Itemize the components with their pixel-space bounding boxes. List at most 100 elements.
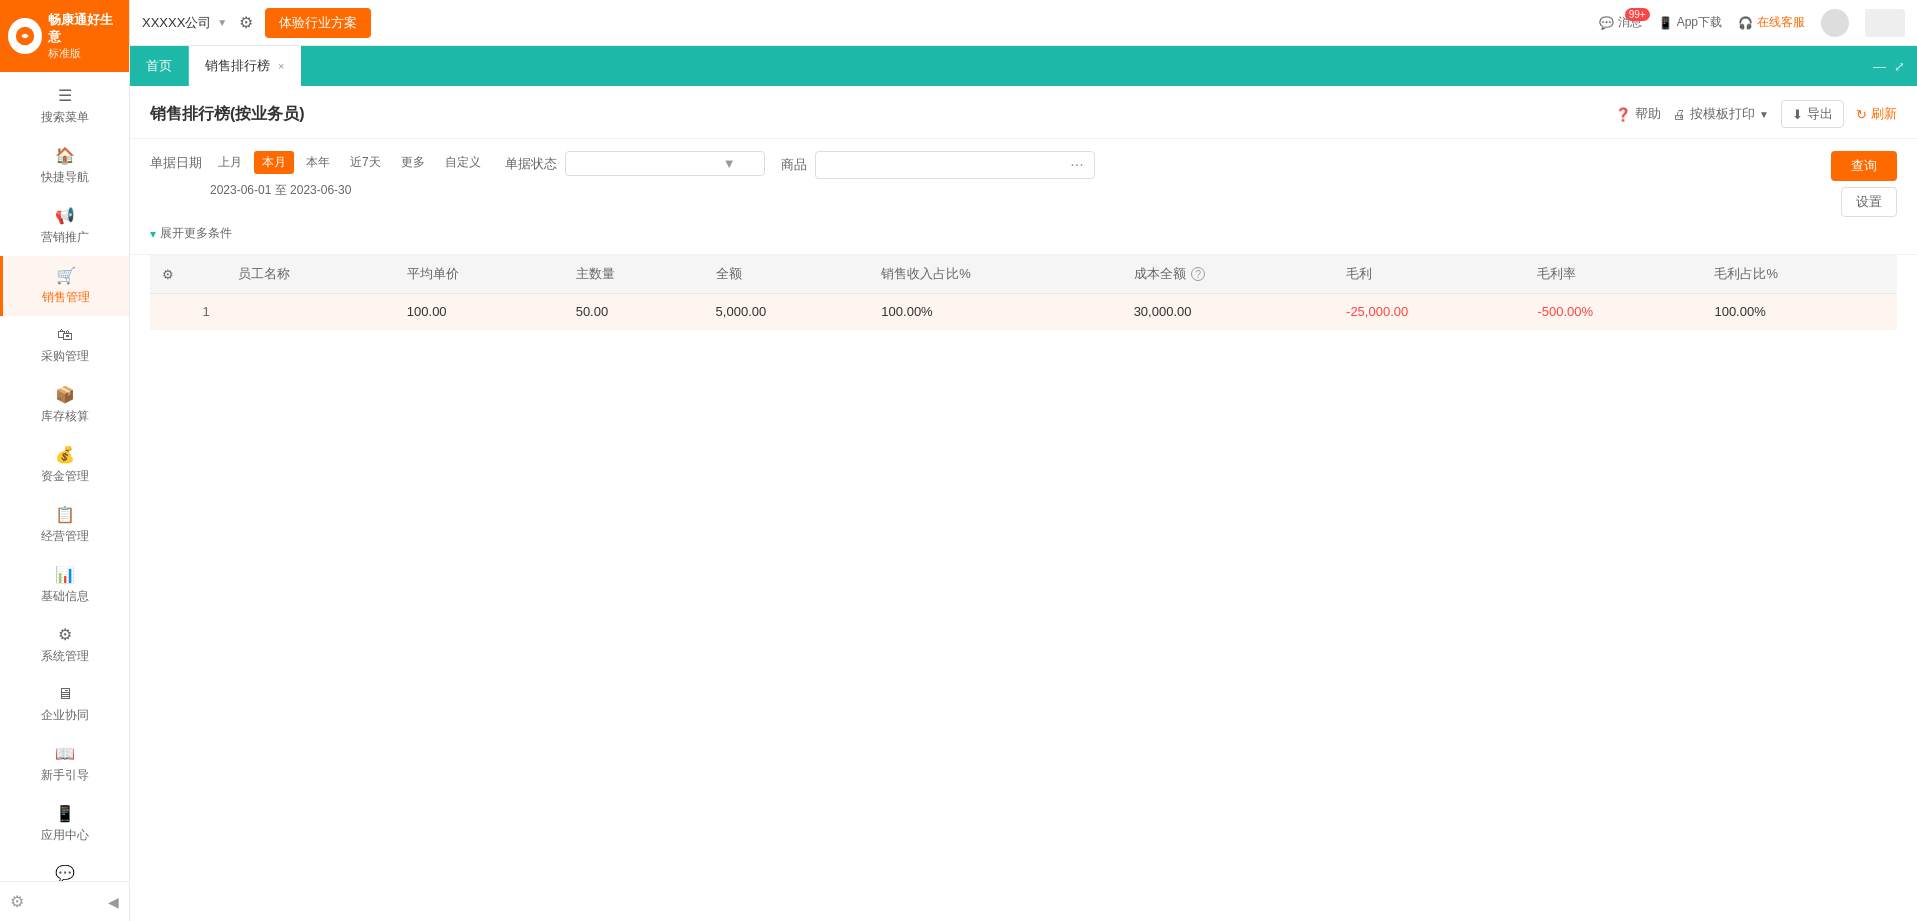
date-filter-label: 单据日期 <box>150 154 202 172</box>
th-profit: 毛利 <box>1334 255 1525 294</box>
th-settings[interactable]: ⚙ <box>150 255 186 294</box>
system-label: 系统管理 <box>41 648 89 665</box>
date-opt-prev-month[interactable]: 上月 <box>210 151 250 174</box>
table-head: ⚙ 员工名称 平均单价 主数量 全额 销售收入占比% 成本全额 ? 毛利 毛利率… <box>150 255 1897 294</box>
user-name-display[interactable] <box>1865 9 1905 37</box>
expand-more-button[interactable]: ▾ 展开更多条件 <box>150 225 1897 242</box>
product-input[interactable]: ··· <box>815 151 1095 179</box>
tab-close-icon[interactable]: × <box>278 60 284 72</box>
sidebar-logo: 畅康通好生意 标准版 <box>0 0 129 72</box>
th-profit-pct: 毛利占比% <box>1702 255 1897 294</box>
search-label: 搜索菜单 <box>41 109 89 126</box>
sidebar-item-wechat[interactable]: 💬 企业微信 <box>0 854 129 881</box>
company-selector[interactable]: XXXXX公司 ▼ <box>142 14 227 32</box>
export-label: 导出 <box>1807 105 1833 123</box>
tab-minimize-icon[interactable]: — <box>1873 59 1886 74</box>
operations-icon: 📋 <box>55 505 75 524</box>
tab-home[interactable]: 首页 <box>130 46 189 86</box>
sidebar-item-operations[interactable]: 📋 经营管理 <box>0 495 129 555</box>
page-header: 销售排行榜(按业务员) ❓ 帮助 🖨 按模板打印 ▼ ⬇ 导出 <box>130 86 1917 139</box>
sidebar-item-nav[interactable]: 🏠 快捷导航 <box>0 136 129 196</box>
filter-bar: 单据日期 上月 本月 本年 近7天 更多 自定义 2023-06-01 至 20… <box>130 139 1917 255</box>
marketing-icon: 📢 <box>55 206 75 225</box>
nav-label: 快捷导航 <box>41 169 89 186</box>
content-area: 销售排行榜(按业务员) ❓ 帮助 🖨 按模板打印 ▼ ⬇ 导出 <box>130 86 1917 921</box>
sidebar-item-inventory[interactable]: 📦 库存核算 <box>0 375 129 435</box>
print-button[interactable]: 🖨 按模板打印 ▼ <box>1673 105 1769 123</box>
refresh-button[interactable]: ↻ 刷新 <box>1856 105 1897 123</box>
tab-actions: — ⤢ <box>1861 46 1917 86</box>
marketing-label: 营销推广 <box>41 229 89 246</box>
tabs-spacer <box>301 46 1861 86</box>
refresh-label: 刷新 <box>1871 105 1897 123</box>
purchase-icon: 🛍 <box>57 326 73 344</box>
tab-sales-ranking[interactable]: 销售排行榜 × <box>189 46 301 86</box>
edition-label: 标准版 <box>48 46 121 60</box>
date-opt-current-month[interactable]: 本月 <box>254 151 294 174</box>
basic-icon: 📊 <box>55 565 75 584</box>
row-cost: 30,000.00 <box>1122 294 1334 330</box>
message-button[interactable]: 💬 消息 99+ <box>1599 14 1642 31</box>
sales-icon: 🛒 <box>56 266 76 285</box>
sales-label: 销售管理 <box>42 289 90 306</box>
sidebar-item-marketing[interactable]: 📢 营销推广 <box>0 196 129 256</box>
row-avg-price: 100.00 <box>395 294 564 330</box>
product-more-icon[interactable]: ··· <box>1070 156 1083 174</box>
guide-icon: 📖 <box>55 744 75 763</box>
query-button[interactable]: 查询 <box>1831 151 1897 181</box>
sidebar-collapse-icon[interactable]: ◀ <box>108 894 119 910</box>
logo-text: 畅康通好生意 标准版 <box>48 12 121 60</box>
sidebar-item-guide[interactable]: 📖 新手引导 <box>0 734 129 794</box>
refresh-icon: ↻ <box>1856 107 1867 122</box>
sidebar-item-purchase[interactable]: 🛍 采购管理 <box>0 316 129 375</box>
brand-name: 畅康通好生意 <box>48 12 121 46</box>
row-profit: -25,000.00 <box>1334 294 1525 330</box>
help-button[interactable]: ❓ 帮助 <box>1615 105 1661 123</box>
app-download-label: App下载 <box>1677 14 1722 31</box>
sidebar-item-sales[interactable]: 🛒 销售管理 <box>0 256 129 316</box>
trial-button[interactable]: 体验行业方案 <box>265 8 371 38</box>
topbar-settings-icon[interactable]: ⚙ <box>239 13 253 32</box>
row-rank: 1 <box>186 294 226 330</box>
sidebar-item-finance[interactable]: 💰 资金管理 <box>0 435 129 495</box>
message-icon: 💬 <box>1599 16 1614 30</box>
row-quantity: 50.00 <box>564 294 704 330</box>
sidebar-item-collab[interactable]: 🖥 企业协同 <box>0 675 129 734</box>
page-actions: ❓ 帮助 🖨 按模板打印 ▼ ⬇ 导出 ↻ 刷新 <box>1615 100 1897 128</box>
guide-label: 新手引导 <box>41 767 89 784</box>
company-dropdown-icon: ▼ <box>217 17 227 28</box>
tab-expand-icon[interactable]: ⤢ <box>1894 59 1905 74</box>
app-download-button[interactable]: 📱 App下载 <box>1658 14 1722 31</box>
logo-icon <box>8 18 42 54</box>
date-opt-7days[interactable]: 近7天 <box>342 151 389 174</box>
cost-help-icon[interactable]: ? <box>1191 267 1205 281</box>
sidebar-settings-icon[interactable]: ⚙ <box>10 892 24 911</box>
app-icon: 📱 <box>1658 16 1673 30</box>
date-options: 上月 本月 本年 近7天 更多 自定义 <box>210 151 489 174</box>
row-amount: 5,000.00 <box>704 294 870 330</box>
status-select[interactable]: ▼ <box>565 151 765 176</box>
tab-home-label: 首页 <box>146 57 172 75</box>
collab-label: 企业协同 <box>41 707 89 724</box>
content-inner: 销售排行榜(按业务员) ❓ 帮助 🖨 按模板打印 ▼ ⬇ 导出 <box>130 86 1917 921</box>
th-sales-pct: 销售收入占比% <box>869 255 1121 294</box>
search-icon: ☰ <box>58 86 72 105</box>
date-opt-custom[interactable]: 自定义 <box>437 151 489 174</box>
print-dropdown-icon: ▼ <box>1759 109 1769 120</box>
print-icon: 🖨 <box>1673 107 1686 122</box>
nav-icon: 🏠 <box>55 146 75 165</box>
online-service-button[interactable]: 🎧 在线客服 <box>1738 14 1805 31</box>
sidebar-item-apps[interactable]: 📱 应用中心 <box>0 794 129 854</box>
table-wrapper: ⚙ 员工名称 平均单价 主数量 全额 销售收入占比% 成本全额 ? 毛利 毛利率… <box>130 255 1917 330</box>
sidebar-item-search[interactable]: ☰ 搜索菜单 <box>0 76 129 136</box>
empty-space <box>130 330 1917 710</box>
sidebar-item-system[interactable]: ⚙ 系统管理 <box>0 615 129 675</box>
column-settings-icon[interactable]: ⚙ <box>162 267 174 282</box>
export-button[interactable]: ⬇ 导出 <box>1781 100 1844 128</box>
sidebar-item-basic[interactable]: 📊 基础信息 <box>0 555 129 615</box>
date-opt-current-year[interactable]: 本年 <box>298 151 338 174</box>
date-opt-more[interactable]: 更多 <box>393 151 433 174</box>
tabs-bar: 首页 销售排行榜 × — ⤢ <box>130 46 1917 86</box>
filter-settings-button[interactable]: 设置 <box>1841 187 1897 217</box>
user-avatar[interactable] <box>1821 9 1849 37</box>
